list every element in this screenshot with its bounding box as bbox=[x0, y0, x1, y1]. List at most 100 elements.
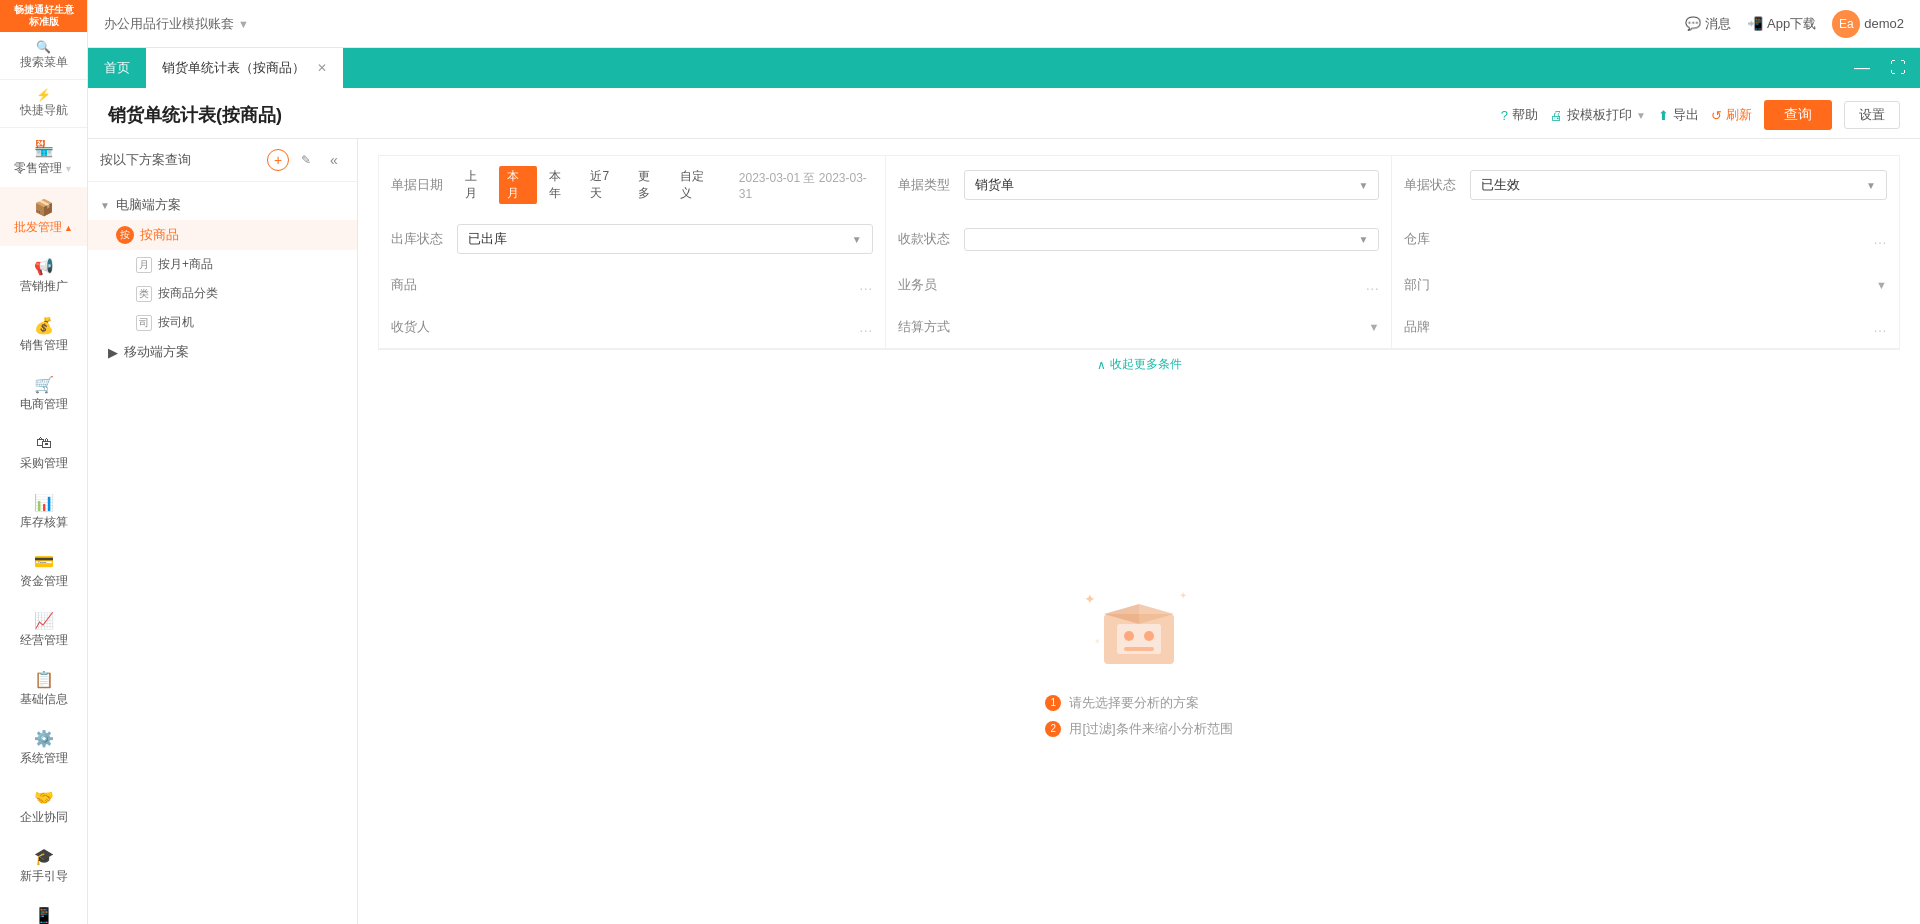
tree-item-by-cashier[interactable]: 司 按司机 bbox=[88, 308, 357, 337]
empty-text: 1 请先选择要分析的方案 2 用[过滤]条件来缩小分析范围 bbox=[1045, 694, 1232, 738]
consignee-label: 收货人 bbox=[391, 318, 451, 336]
sidebar-item-retail-mgmt[interactable]: 🏪 零售管理 ▼ bbox=[0, 128, 87, 187]
export-btn[interactable]: ⬆ 导出 bbox=[1658, 106, 1699, 124]
tab-sales-stat[interactable]: 销货单统计表（按商品） ✕ bbox=[146, 48, 343, 88]
retail-mgmt-icon: 🏪 bbox=[34, 138, 54, 158]
tab-close-sales-stat[interactable]: ✕ bbox=[317, 61, 327, 75]
collapse-panel-btn[interactable]: « bbox=[323, 149, 345, 171]
out-status-value: 已出库 bbox=[468, 230, 507, 248]
date-tab-more[interactable]: 更多 bbox=[630, 166, 668, 204]
doc-type-select[interactable]: 销货单 ▼ bbox=[964, 170, 1380, 200]
doc-status-value: 已生效 bbox=[1481, 176, 1520, 194]
sidebar-item-basic-info[interactable]: 📋 基础信息 bbox=[0, 659, 87, 718]
refresh-icon: ↺ bbox=[1711, 108, 1722, 123]
tree-item-by-goods[interactable]: 按 按商品 bbox=[88, 220, 357, 250]
sidebar-item-purchase-mgmt[interactable]: 🛍 采购管理 bbox=[0, 423, 87, 482]
sidebar-item-inventory-calc[interactable]: 📊 库存核算 bbox=[0, 482, 87, 541]
date-range-text: 2023-03-01 至 2023-03-31 bbox=[739, 170, 873, 201]
warehouse-dots-btn[interactable]: … bbox=[1873, 231, 1887, 247]
tree-group-pc[interactable]: ▼ 电脑端方案 bbox=[88, 190, 357, 220]
consignee-dots-btn[interactable]: … bbox=[859, 319, 873, 335]
sidebar-item-enterprise-coop[interactable]: 🤝 企业协同 bbox=[0, 777, 87, 836]
query-button[interactable]: 查询 bbox=[1764, 100, 1832, 130]
app-download-btn[interactable]: 📲 App下载 bbox=[1747, 15, 1816, 33]
sidebar-item-marketing[interactable]: 📢 营销推广 bbox=[0, 246, 87, 305]
sidebar-item-wholesale-mgmt[interactable]: 📦 批发管理 ▲ bbox=[0, 187, 87, 246]
industry-selector[interactable]: 办公用品行业模拟账套 ▼ bbox=[104, 15, 249, 33]
date-tab-current-month[interactable]: 本月 bbox=[499, 166, 537, 204]
template-print-btn[interactable]: 🖨 按模板打印 ▼ bbox=[1550, 106, 1646, 124]
fund-mgmt-icon: 💳 bbox=[34, 551, 54, 571]
empty-hint-2: 2 用[过滤]条件来缩小分析范围 bbox=[1045, 720, 1232, 738]
salesperson-label: 业务员 bbox=[898, 276, 958, 294]
help-btn[interactable]: ? 帮助 bbox=[1501, 106, 1538, 124]
sidebar-item-search-menu[interactable]: 🔍 搜索菜单 bbox=[0, 32, 87, 80]
left-panel-title: 按以下方案查询 bbox=[100, 151, 191, 169]
svg-rect-6 bbox=[1124, 647, 1154, 651]
date-tabs: 上月 本月 本年 近7天 更多 自定义 bbox=[457, 166, 721, 204]
doc-status-select[interactable]: 已生效 ▼ bbox=[1470, 170, 1887, 200]
empty-hint-1-text: 请先选择要分析的方案 bbox=[1069, 694, 1199, 712]
svg-text:✦: ✦ bbox=[1179, 590, 1187, 601]
tree-item-by-month-goods[interactable]: 月 按月+商品 bbox=[88, 250, 357, 279]
logo: 畅捷通好生意 标准版 bbox=[0, 0, 87, 32]
payment-status-select[interactable]: ▼ bbox=[964, 228, 1380, 251]
tab-bar-right: — ⛶ bbox=[1848, 54, 1920, 82]
message-btn[interactable]: 💬 消息 bbox=[1685, 15, 1731, 33]
tree-group-mobile[interactable]: ▶ 移动端方案 bbox=[88, 337, 357, 367]
collapse-label: 收起更多条件 bbox=[1110, 356, 1182, 373]
by-month-goods-label: 按月+商品 bbox=[158, 256, 213, 273]
sidebar-item-sales-mgmt[interactable]: 💰 销售管理 bbox=[0, 305, 87, 364]
by-goods-label: 按商品 bbox=[140, 226, 179, 244]
page-title: 销货单统计表(按商品) bbox=[108, 103, 282, 127]
settings-button[interactable]: 设置 bbox=[1844, 101, 1900, 129]
sidebar-item-sys-mgmt[interactable]: ⚙️ 系统管理 bbox=[0, 718, 87, 777]
empty-hint-2-text: 用[过滤]条件来缩小分析范围 bbox=[1069, 720, 1232, 738]
enterprise-coop-icon: 🤝 bbox=[34, 787, 54, 807]
date-tab-last-month[interactable]: 上月 bbox=[457, 166, 495, 204]
sidebar-item-fund-mgmt[interactable]: 💳 资金管理 bbox=[0, 541, 87, 600]
salesperson-dots-btn[interactable]: … bbox=[1365, 277, 1379, 293]
tab-home[interactable]: 首页 bbox=[88, 48, 146, 88]
logo-subtext: 标准版 bbox=[29, 16, 59, 28]
inventory-calc-icon: 📊 bbox=[34, 492, 54, 512]
filter-cell-payment-status: 收款状态 ▼ bbox=[886, 214, 1393, 264]
collapse-up-icon: ∧ bbox=[1097, 358, 1106, 372]
tab-minimize-btn[interactable]: — bbox=[1848, 54, 1876, 82]
sidebar-item-ecom-mgmt[interactable]: 🛒 电商管理 bbox=[0, 364, 87, 423]
refresh-btn[interactable]: ↺ 刷新 bbox=[1711, 106, 1752, 124]
date-tab-custom[interactable]: 自定义 bbox=[672, 166, 721, 204]
doc-status-label: 单据状态 bbox=[1404, 176, 1464, 194]
goods-dots-btn[interactable]: … bbox=[859, 277, 873, 293]
sidebar-item-quick-nav[interactable]: ⚡ 快捷导航 bbox=[0, 80, 87, 128]
add-plan-btn[interactable]: + bbox=[267, 149, 289, 171]
brand-dots-btn[interactable]: … bbox=[1873, 319, 1887, 335]
app-download-label: App下载 bbox=[1767, 15, 1816, 33]
search-menu-icon: 🔍 bbox=[6, 40, 81, 54]
tree-section: ▼ 电脑端方案 按 按商品 月 按月+商品 类 按商品分类 司 按司机 bbox=[88, 182, 357, 375]
app-center-icon: 📱 bbox=[34, 905, 54, 924]
collapse-btn[interactable]: ∧ 收起更多条件 bbox=[378, 349, 1900, 379]
template-print-label: 按模板打印 bbox=[1567, 106, 1632, 124]
sales-mgmt-icon: 💰 bbox=[34, 315, 54, 335]
industry-label: 办公用品行业模拟账套 bbox=[104, 15, 234, 33]
sidebar: 畅捷通好生意 标准版 🔍 搜索菜单 ⚡ 快捷导航 🏪 零售管理 ▼ 📦 批发管理… bbox=[0, 0, 88, 924]
sidebar-item-ops-mgmt[interactable]: 📈 经营管理 bbox=[0, 600, 87, 659]
user-menu[interactable]: Ea demo2 bbox=[1832, 10, 1904, 38]
date-tab-7days[interactable]: 近7天 bbox=[582, 166, 626, 204]
settlement-label: 结算方式 bbox=[898, 318, 958, 336]
top-header: 办公用品行业模拟账套 ▼ 💬 消息 📲 App下载 Ea demo2 bbox=[88, 0, 1920, 48]
tab-expand-btn[interactable]: ⛶ bbox=[1884, 54, 1912, 82]
payment-status-label: 收款状态 bbox=[898, 230, 958, 248]
goods-label: 商品 bbox=[391, 276, 451, 294]
edit-plan-btn[interactable]: ✎ bbox=[295, 149, 317, 171]
date-tab-current-year[interactable]: 本年 bbox=[541, 166, 579, 204]
filter-area: 单据日期 上月 本月 本年 近7天 更多 自定义 2023-03-01 至 20… bbox=[358, 139, 1920, 387]
tree-item-by-goods-category[interactable]: 类 按商品分类 bbox=[88, 279, 357, 308]
doc-status-dropdown-icon: ▼ bbox=[1866, 180, 1876, 191]
out-status-select[interactable]: 已出库 ▼ bbox=[457, 224, 873, 254]
filter-row-3: 商品 … 业务员 … 部门 ▼ bbox=[378, 264, 1900, 306]
sidebar-item-newbie-guide[interactable]: 🎓 新手引导 bbox=[0, 836, 87, 895]
sidebar-item-app-center[interactable]: 📱 应用中心 bbox=[0, 895, 87, 924]
sales-stat-tab-label: 销货单统计表（按商品） bbox=[162, 59, 305, 77]
